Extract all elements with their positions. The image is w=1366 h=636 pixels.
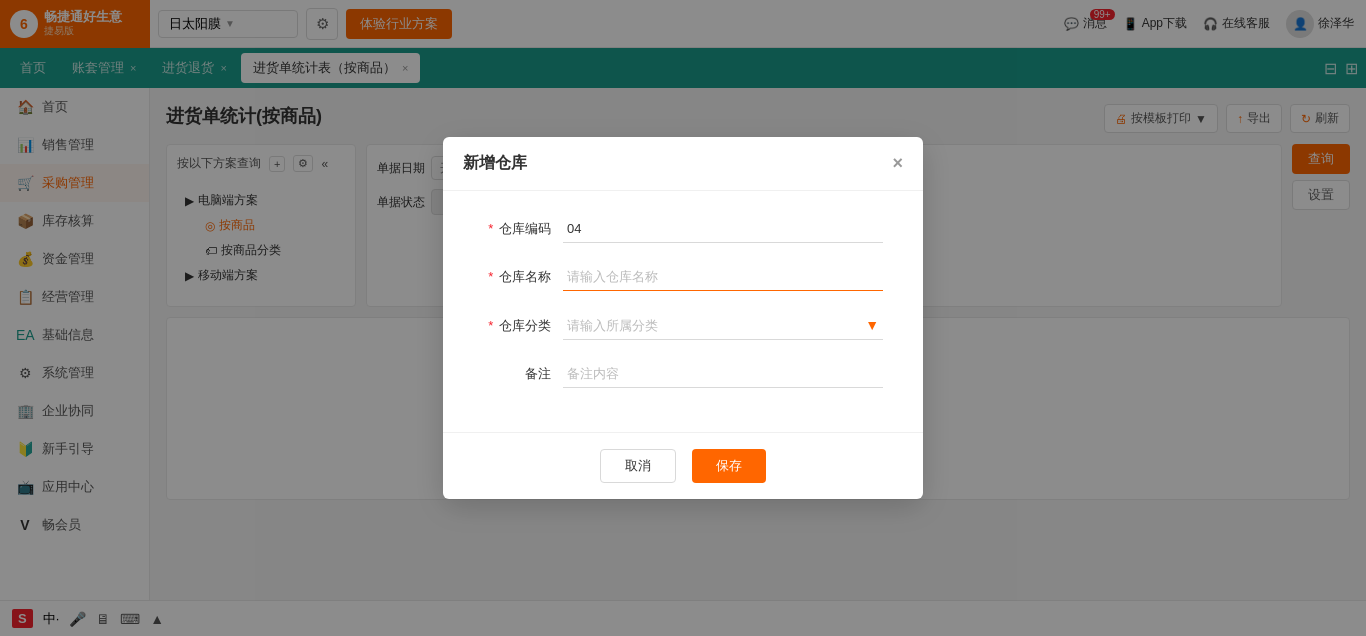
warehouse-code-input[interactable]	[563, 215, 883, 243]
new-warehouse-modal: 新增仓库 × * 仓库编码 * 仓库名称	[443, 137, 923, 499]
form-row-name: * 仓库名称	[483, 263, 883, 291]
cancel-button[interactable]: 取消	[600, 449, 676, 483]
save-button[interactable]: 保存	[692, 449, 766, 483]
required-star-name: *	[488, 269, 493, 284]
remark-input[interactable]	[563, 360, 883, 388]
modal-title: 新增仓库	[463, 153, 527, 174]
required-star-category: *	[488, 318, 493, 333]
modal-overlay: 新增仓库 × * 仓库编码 * 仓库名称	[0, 0, 1366, 636]
form-row-code: * 仓库编码	[483, 215, 883, 243]
modal-header: 新增仓库 ×	[443, 137, 923, 191]
category-input[interactable]	[567, 318, 865, 333]
form-row-remark: 备注	[483, 360, 883, 388]
form-row-category: * 仓库分类 ▼	[483, 311, 883, 340]
modal-body: * 仓库编码 * 仓库名称 * 仓库分类	[443, 191, 923, 432]
remark-label: 备注	[483, 365, 563, 383]
modal-footer: 取消 保存	[443, 432, 923, 499]
category-label: * 仓库分类	[483, 317, 563, 335]
warehouse-name-input[interactable]	[563, 263, 883, 291]
code-label: * 仓库编码	[483, 220, 563, 238]
required-star-code: *	[488, 221, 493, 236]
name-label: * 仓库名称	[483, 268, 563, 286]
category-select-wrapper: ▼	[563, 311, 883, 340]
modal-close-button[interactable]: ×	[892, 153, 903, 174]
category-dropdown-icon[interactable]: ▼	[865, 317, 879, 333]
